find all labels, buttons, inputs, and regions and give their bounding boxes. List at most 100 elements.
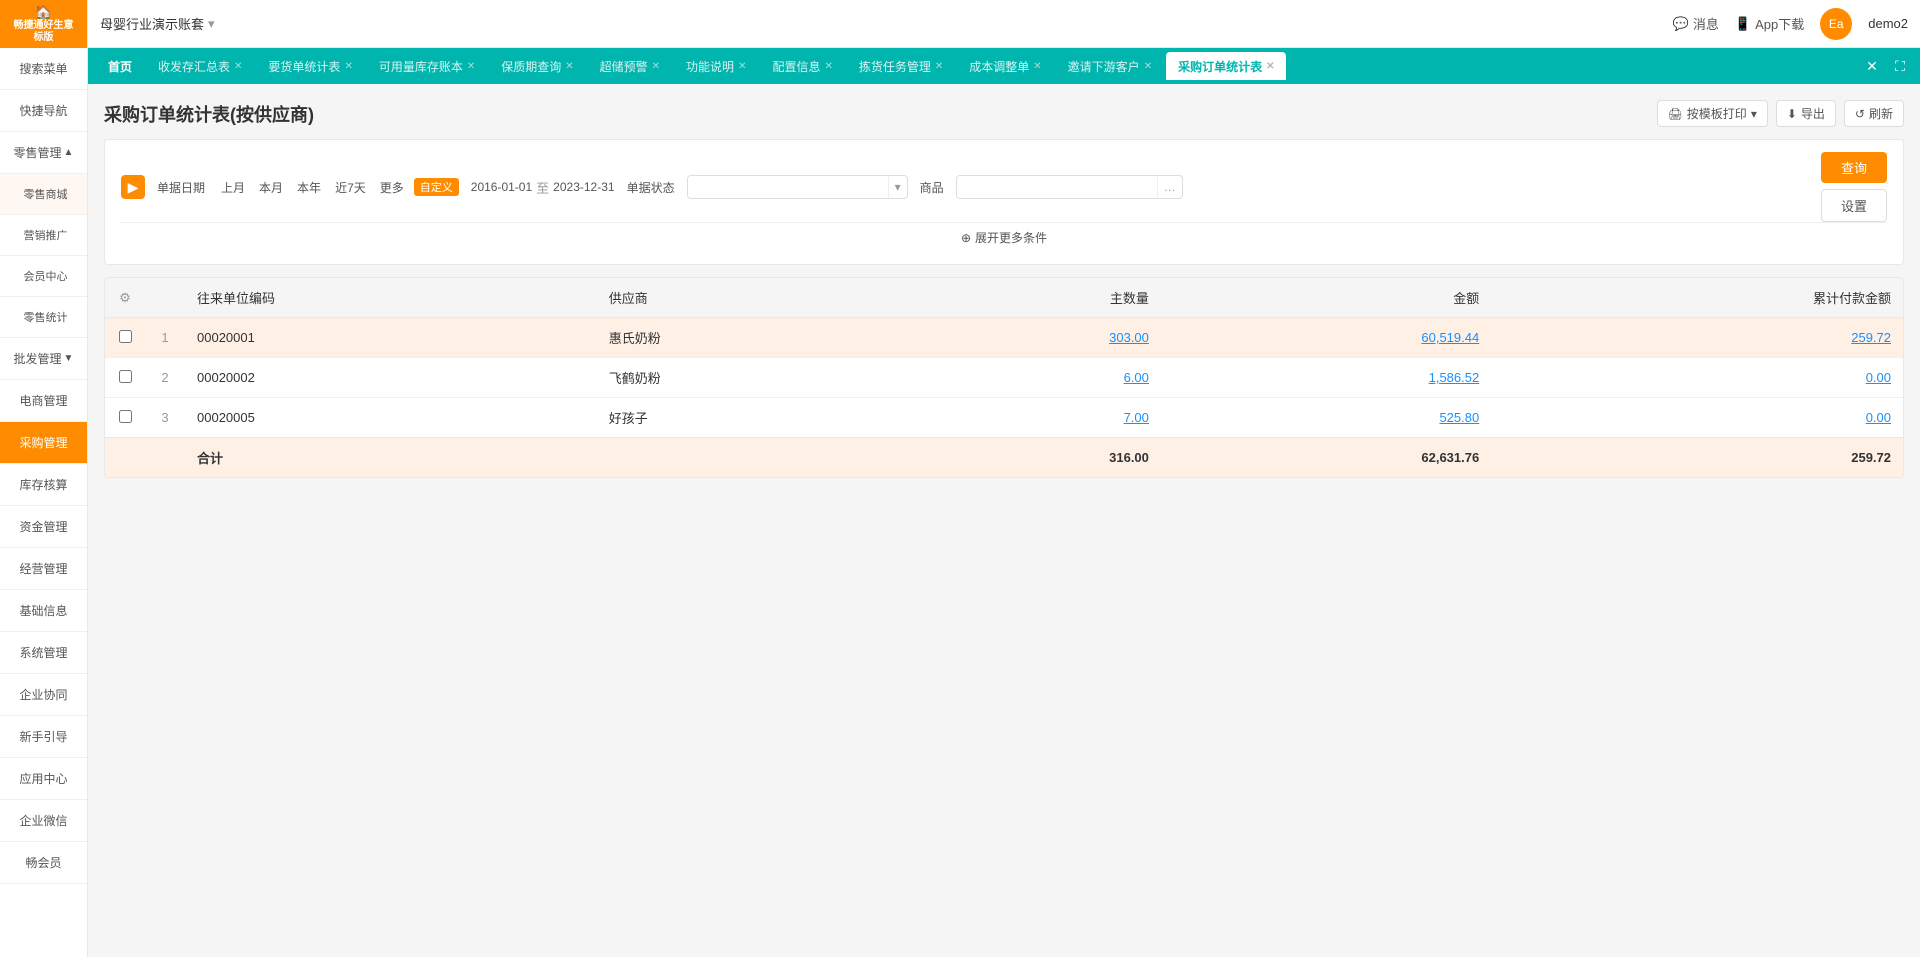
- footer-settings: [105, 438, 145, 478]
- nav-close-icon[interactable]: ✕: [1860, 54, 1884, 78]
- table-footer-row: 合计 316.00 62,631.76 259.72: [105, 438, 1903, 478]
- sidebar-item-vip[interactable]: 畅会员: [0, 842, 87, 884]
- sidebar-item-search[interactable]: 搜索菜单: [0, 48, 87, 90]
- close-available-inventory-icon[interactable]: ✕: [467, 61, 475, 72]
- nav-tab-picking-task[interactable]: 拣货任务管理 ✕: [847, 52, 955, 80]
- close-picking-task-icon[interactable]: ✕: [935, 61, 943, 72]
- goods-more-icon[interactable]: …: [1157, 176, 1182, 198]
- sidebar-item-apps[interactable]: 应用中心: [0, 758, 87, 800]
- sidebar-item-retail[interactable]: 零售管理 ▲: [0, 132, 87, 174]
- search-btn[interactable]: 查询: [1821, 152, 1887, 183]
- date-7days-btn[interactable]: 近7天: [331, 177, 370, 198]
- filter-row-main: ▶ 单据日期 上月 本月 本年 近7天 更多 自定义 2016-01-01 至 …: [121, 152, 1887, 222]
- sidebar-item-wholesale[interactable]: 批发管理 ▼: [0, 338, 87, 380]
- row-amount[interactable]: 1,586.52: [1161, 358, 1491, 398]
- close-purchase-stats-icon[interactable]: ✕: [344, 61, 352, 72]
- nav-expand-icon[interactable]: ⛶: [1888, 54, 1912, 78]
- row-main-qty[interactable]: 303.00: [904, 318, 1161, 358]
- filter-actions: 查询 设置: [1821, 152, 1887, 222]
- row-paid-amount[interactable]: 259.72: [1491, 318, 1903, 358]
- nav-tab-available-inventory[interactable]: 可用量库存账本 ✕: [367, 52, 487, 80]
- workspace-selector[interactable]: 母婴行业演示账套 ▾: [100, 14, 260, 33]
- nav-tab-expiry-query[interactable]: 保质期查询 ✕: [489, 52, 585, 80]
- row-select-checkbox[interactable]: [119, 410, 132, 423]
- refresh-btn[interactable]: ↺ 刷新: [1844, 100, 1904, 127]
- sidebar-item-basic[interactable]: 基础信息: [0, 590, 87, 632]
- row-amount[interactable]: 525.80: [1161, 398, 1491, 438]
- date-more-btn[interactable]: 更多: [376, 177, 408, 198]
- footer-amount: 62,631.76: [1161, 438, 1491, 478]
- message-btn[interactable]: 💬 消息: [1673, 14, 1719, 33]
- close-purchase-order-stats-icon[interactable]: ✕: [1266, 61, 1274, 72]
- expand-more-btn[interactable]: ⊕ 展开更多条件: [121, 222, 1887, 252]
- sidebar-item-retail-shop[interactable]: 零售商城: [0, 174, 87, 215]
- sidebar-item-purchase[interactable]: 采购管理: [0, 422, 87, 464]
- app-download-btn[interactable]: 📱 App下载: [1735, 14, 1804, 33]
- close-cost-adjust-icon[interactable]: ✕: [1033, 61, 1041, 72]
- row-main-qty[interactable]: 6.00: [904, 358, 1161, 398]
- col-paid-amount: 累计付款金额: [1491, 278, 1903, 318]
- logo-text: 🏠 畅捷通好生意 标版: [14, 4, 74, 45]
- close-collection-payment-icon[interactable]: ✕: [234, 61, 242, 72]
- row-checkbox[interactable]: [105, 358, 145, 398]
- goods-input[interactable]: [957, 176, 1157, 198]
- row-checkbox[interactable]: [105, 398, 145, 438]
- sidebar-item-finance[interactable]: 资金管理: [0, 506, 87, 548]
- sidebar-item-inventory[interactable]: 库存核算: [0, 464, 87, 506]
- print-icon: 🖨: [1668, 107, 1683, 121]
- row-main-qty[interactable]: 7.00: [904, 398, 1161, 438]
- nav-tab-overstock-warning[interactable]: 超储预警 ✕: [588, 52, 672, 80]
- nav-tab-home[interactable]: 首页: [96, 52, 144, 80]
- sidebar-item-wechat[interactable]: 企业微信: [0, 800, 87, 842]
- sidebar-item-system[interactable]: 系统管理: [0, 632, 87, 674]
- close-invite-customer-icon[interactable]: ✕: [1144, 61, 1152, 72]
- close-overstock-warning-icon[interactable]: ✕: [652, 61, 660, 72]
- row-supplier-code: 00020005: [185, 398, 597, 438]
- date-this-month-btn[interactable]: 本月: [255, 177, 287, 198]
- filter-panel: ▶ 单据日期 上月 本月 本年 近7天 更多 自定义 2016-01-01 至 …: [104, 139, 1904, 265]
- nav-tab-function-desc[interactable]: 功能说明 ✕: [674, 52, 758, 80]
- export-btn[interactable]: ⬇ 导出: [1776, 100, 1836, 127]
- nav-tab-cost-adjust[interactable]: 成本调整单 ✕: [957, 52, 1053, 80]
- nav-tab-purchase-order-stats[interactable]: 采购订单统计表 ✕: [1166, 52, 1286, 80]
- sidebar-item-shortcut[interactable]: 快捷导航: [0, 90, 87, 132]
- date-last-month-btn[interactable]: 上月: [217, 177, 249, 198]
- sidebar-item-operations[interactable]: 经营管理: [0, 548, 87, 590]
- print-btn[interactable]: 🖨 按模板打印 ▾: [1657, 100, 1768, 127]
- date-label: 单据日期: [157, 179, 205, 196]
- date-custom-badge[interactable]: 自定义: [414, 178, 459, 196]
- sidebar-item-members[interactable]: 会员中心: [0, 256, 87, 297]
- status-dropdown-icon[interactable]: ▾: [888, 176, 907, 198]
- date-range-display: 2016-01-01 至 2023-12-31: [471, 178, 615, 197]
- nav-tab-purchase-stats[interactable]: 要货单统计表 ✕: [256, 52, 364, 80]
- settings-btn[interactable]: 设置: [1821, 189, 1887, 222]
- close-expiry-query-icon[interactable]: ✕: [565, 61, 573, 72]
- table-body: 1 00020001 惠氏奶粉 303.00 60,519.44 259.72 …: [105, 318, 1903, 438]
- filter-toggle-btn[interactable]: ▶: [121, 175, 145, 199]
- row-select-checkbox[interactable]: [119, 370, 132, 383]
- col-rownum: [145, 278, 185, 318]
- row-paid-amount[interactable]: 0.00: [1491, 358, 1903, 398]
- sidebar-item-retail-stats[interactable]: 零售统计: [0, 297, 87, 338]
- table-row: 1 00020001 惠氏奶粉 303.00 60,519.44 259.72: [105, 318, 1903, 358]
- nav-tab-config-info[interactable]: 配置信息 ✕: [760, 52, 844, 80]
- row-paid-amount[interactable]: 0.00: [1491, 398, 1903, 438]
- sidebar-item-newbie[interactable]: 新手引导: [0, 716, 87, 758]
- message-icon: 💬: [1673, 16, 1689, 32]
- export-icon: ⬇: [1787, 107, 1797, 121]
- row-select-checkbox[interactable]: [119, 330, 132, 343]
- sidebar-item-ecommerce[interactable]: 电商管理: [0, 380, 87, 422]
- nav-tab-invite-customer[interactable]: 邀请下游客户 ✕: [1056, 52, 1164, 80]
- col-settings-icon[interactable]: ⚙: [119, 290, 131, 305]
- sidebar-item-enterprise[interactable]: 企业协同: [0, 674, 87, 716]
- app-icon: 📱: [1735, 16, 1751, 32]
- close-config-info-icon[interactable]: ✕: [824, 61, 832, 72]
- user-avatar[interactable]: Ea: [1820, 8, 1852, 40]
- close-function-desc-icon[interactable]: ✕: [738, 61, 746, 72]
- row-amount[interactable]: 60,519.44: [1161, 318, 1491, 358]
- row-checkbox[interactable]: [105, 318, 145, 358]
- sidebar-item-marketing[interactable]: 营销推广: [0, 215, 87, 256]
- date-this-year-btn[interactable]: 本年: [293, 177, 325, 198]
- status-input[interactable]: [688, 176, 888, 198]
- nav-tab-collection-payment[interactable]: 收发存汇总表 ✕: [146, 52, 254, 80]
